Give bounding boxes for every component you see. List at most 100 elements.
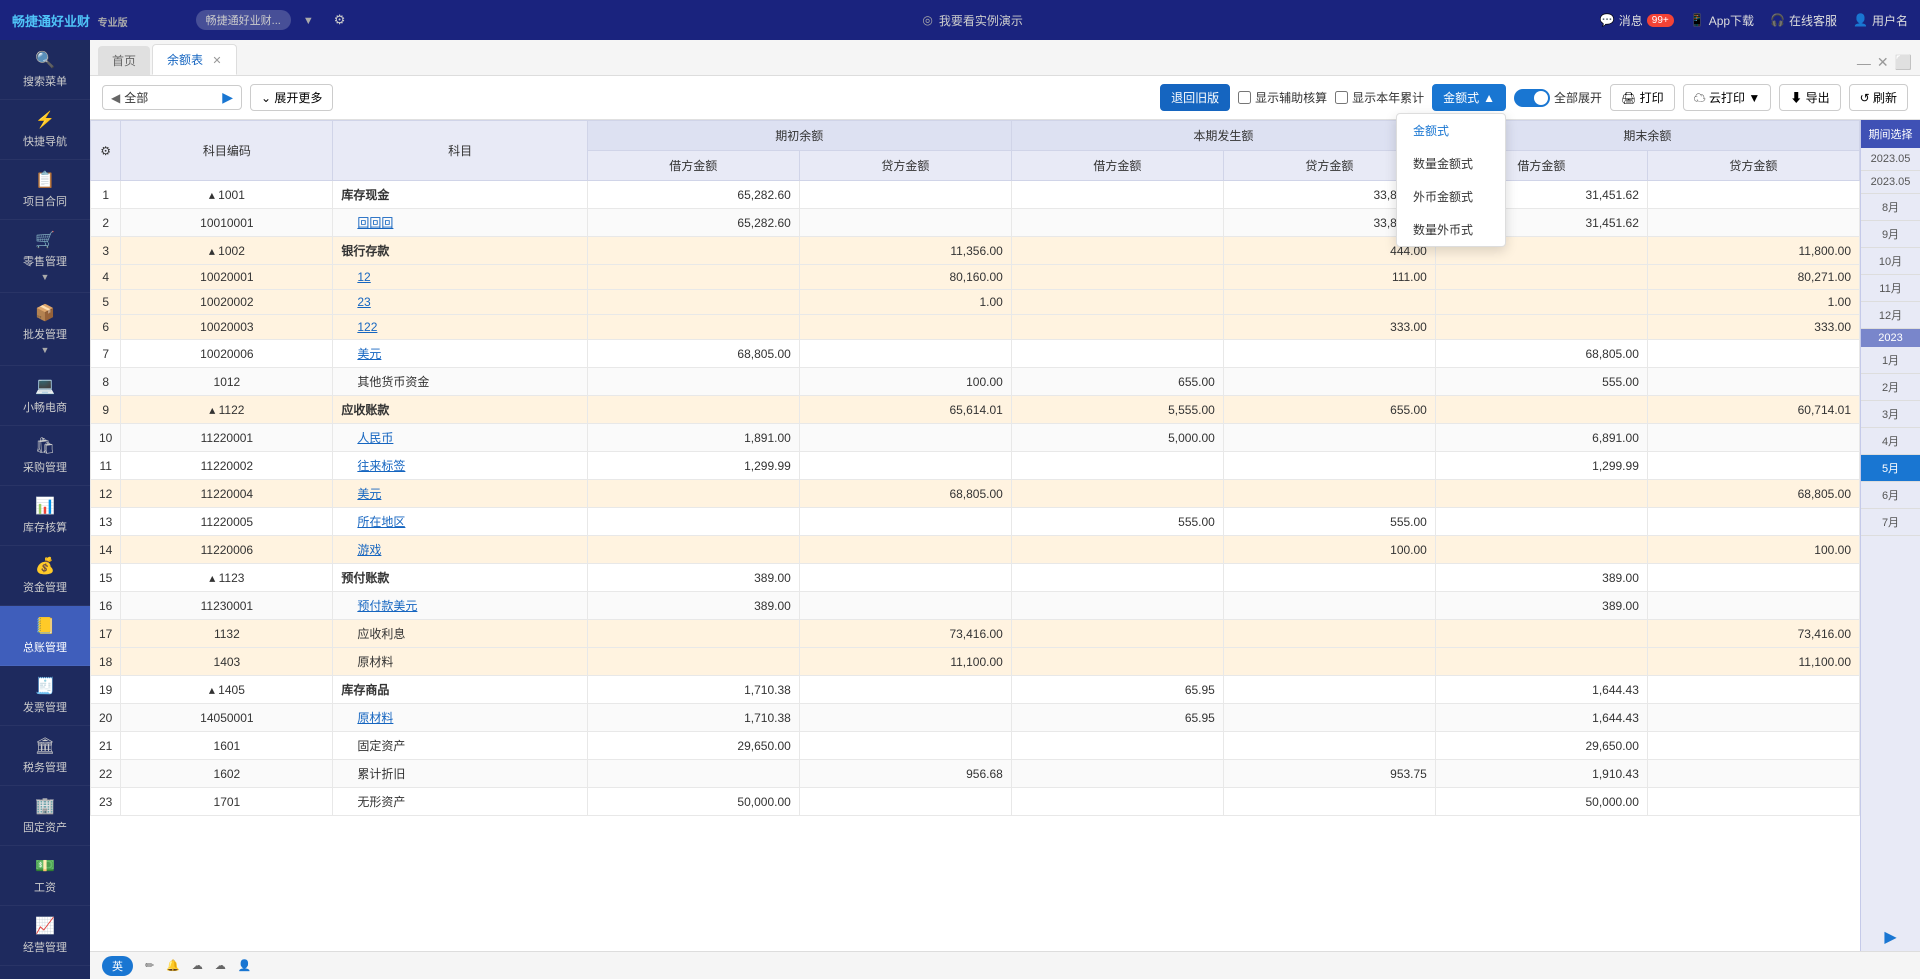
table-row[interactable]: 20 14050001 原材料 1,710.38 65.95 1,644.43 xyxy=(91,704,1860,732)
account-name-link[interactable]: 122 xyxy=(341,320,377,334)
amount-mode-btn[interactable]: 金额式 ▲ xyxy=(1432,84,1506,111)
period-item-feb[interactable]: 2月 xyxy=(1861,374,1920,401)
account-name-link[interactable]: 人民币 xyxy=(341,431,393,445)
sidebar-item-invoice[interactable]: 🧾 发票管理 xyxy=(0,666,90,726)
account-name-link[interactable]: 预付款美元 xyxy=(341,599,417,613)
show-subsidiary-check[interactable]: 显示辅助核算 xyxy=(1238,89,1327,106)
period-item-0[interactable]: 2023.05 xyxy=(1861,148,1920,171)
status-lang-btn[interactable]: 英 xyxy=(102,956,133,976)
tab-home[interactable]: 首页 xyxy=(98,46,150,75)
service-btn[interactable]: 🎧 在线客服 xyxy=(1770,12,1837,29)
name-cell[interactable]: 原材料 xyxy=(333,704,587,732)
name-cell[interactable]: 应收账款 xyxy=(333,396,587,424)
sidebar-item-assets[interactable]: 🏢 固定资产 xyxy=(0,786,90,846)
status-icon-cloud1[interactable]: ☁ xyxy=(192,959,203,972)
sidebar-item-wholesale[interactable]: 📦 批发管理 ▼ xyxy=(0,293,90,366)
table-row[interactable]: 19 ▴ 1405 库存商品 1,710.38 65.95 1,644.43 xyxy=(91,676,1860,704)
amount-mode-item-3[interactable]: 数量外币式 xyxy=(1397,213,1505,246)
period-item-jul[interactable]: 7月 xyxy=(1861,509,1920,536)
show-yearly-check[interactable]: 显示本年累计 xyxy=(1335,89,1424,106)
status-icon-cloud2[interactable]: ☁ xyxy=(215,959,226,972)
name-cell[interactable]: 游戏 xyxy=(333,536,587,564)
name-cell[interactable]: 往来标签 xyxy=(333,452,587,480)
refresh-btn[interactable]: ↺ 刷新 xyxy=(1849,84,1908,111)
sidebar-item-ledger[interactable]: 📒 总账管理 xyxy=(0,606,90,666)
period-item-aug[interactable]: 8月 xyxy=(1861,194,1920,221)
name-cell[interactable]: 无形资产 xyxy=(333,788,587,816)
sidebar-item-retail[interactable]: 🛒 零售管理 ▼ xyxy=(0,220,90,293)
period-item-nov[interactable]: 11月 xyxy=(1861,275,1920,302)
status-icon-edit[interactable]: ✏ xyxy=(145,959,154,972)
name-cell[interactable]: 人民币 xyxy=(333,424,587,452)
name-cell[interactable]: 美元 xyxy=(333,340,587,368)
account-name-link[interactable]: 美元 xyxy=(341,347,381,361)
name-cell[interactable]: 预付账款 xyxy=(333,564,587,592)
account-name-link[interactable]: 23 xyxy=(341,295,370,309)
window-max-icon[interactable]: ⬜ xyxy=(1895,54,1912,71)
name-cell[interactable]: 23 xyxy=(333,290,587,315)
cloud-print-btn[interactable]: ☁ 云打印 ▼ xyxy=(1683,84,1772,111)
sidebar-item-purchase[interactable]: 🛍 采购管理 xyxy=(0,426,90,486)
table-row[interactable]: 3 ▴ 1002 银行存款 11,356.00 444.00 11,800.00 xyxy=(91,237,1860,265)
account-name-link[interactable]: 所在地区 xyxy=(341,515,405,529)
sidebar-item-project[interactable]: 📋 项目合同 xyxy=(0,160,90,220)
status-icon-user[interactable]: 👤 xyxy=(238,959,252,972)
table-row[interactable]: 10 11220001 人民币 1,891.00 5,000.00 6,891.… xyxy=(91,424,1860,452)
table-row[interactable]: 18 1403 原材料 11,100.00 11,100.00 xyxy=(91,648,1860,676)
period-item-sep[interactable]: 9月 xyxy=(1861,221,1920,248)
sidebar-item-expense[interactable]: 💳 小畅报销 xyxy=(0,966,90,979)
tab-balance[interactable]: 余额表 ✕ xyxy=(152,44,237,75)
table-row[interactable]: 22 1602 累计折旧 956.68 953.75 1,910.43 xyxy=(91,760,1860,788)
name-cell[interactable]: 累计折旧 xyxy=(333,760,587,788)
table-row[interactable]: 1 ▴ 1001 库存现金 65,282.60 33,830.98 31,451… xyxy=(91,181,1860,209)
name-cell[interactable]: 原材料 xyxy=(333,648,587,676)
table-row[interactable]: 5 10020002 23 1.00 1.00 xyxy=(91,290,1860,315)
sidebar-item-search[interactable]: 🔍 搜索菜单 xyxy=(0,40,90,100)
name-cell[interactable]: 库存商品 xyxy=(333,676,587,704)
table-row[interactable]: 2 10010001 回回回 65,282.60 33,830.98 31,45… xyxy=(91,209,1860,237)
name-cell[interactable]: 回回回 xyxy=(333,209,587,237)
table-row[interactable]: 12 11220004 美元 68,805.00 68,805.00 xyxy=(91,480,1860,508)
message-btn[interactable]: 💬 消息 99+ xyxy=(1600,12,1674,29)
sidebar-item-salary[interactable]: 💵 工资 xyxy=(0,846,90,906)
export-btn[interactable]: ⬇ 导出 xyxy=(1779,84,1840,111)
table-row[interactable]: 15 ▴ 1123 预付账款 389.00 389.00 xyxy=(91,564,1860,592)
download-btn[interactable]: 📱 App下载 xyxy=(1690,12,1754,29)
period-item-mar[interactable]: 3月 xyxy=(1861,401,1920,428)
table-row[interactable]: 21 1601 固定资产 29,650.00 29,650.00 xyxy=(91,732,1860,760)
name-cell[interactable]: 固定资产 xyxy=(333,732,587,760)
expand-more-btn[interactable]: ⌄ 展开更多 xyxy=(250,84,333,111)
period-item-oct[interactable]: 10月 xyxy=(1861,248,1920,275)
name-cell[interactable]: 所在地区 xyxy=(333,508,587,536)
table-row[interactable]: 23 1701 无形资产 50,000.00 50,000.00 xyxy=(91,788,1860,816)
expand-all-switch[interactable] xyxy=(1514,89,1550,107)
table-row[interactable]: 9 ▴ 1122 应收账款 65,614.01 5,555.00 655.00 … xyxy=(91,396,1860,424)
table-row[interactable]: 13 11220005 所在地区 555.00 555.00 xyxy=(91,508,1860,536)
table-row[interactable]: 17 1132 应收利息 73,416.00 73,416.00 xyxy=(91,620,1860,648)
account-name-link[interactable]: 原材料 xyxy=(341,711,393,725)
account-name-link[interactable]: 回回回 xyxy=(341,216,393,230)
account-name-link[interactable]: 游戏 xyxy=(341,543,381,557)
account-name-link[interactable]: 往来标签 xyxy=(341,459,405,473)
account-name-link[interactable]: 12 xyxy=(341,270,370,284)
sidebar-item-tax[interactable]: 🏛 税务管理 xyxy=(0,726,90,786)
name-cell[interactable]: 库存现金 xyxy=(333,181,587,209)
print-btn[interactable]: 🖨 打印 xyxy=(1610,84,1675,111)
all-filter-arrow[interactable]: ▶ xyxy=(222,89,233,106)
name-cell[interactable]: 122 xyxy=(333,315,587,340)
name-cell[interactable]: 其他货币资金 xyxy=(333,368,587,396)
table-row[interactable]: 7 10020006 美元 68,805.00 68,805.00 xyxy=(91,340,1860,368)
user-avatar[interactable]: 👤 用户名 xyxy=(1853,12,1908,29)
table-row[interactable]: 16 11230001 预付款美元 389.00 389.00 xyxy=(91,592,1860,620)
period-item-apr[interactable]: 4月 xyxy=(1861,428,1920,455)
period-item-jan[interactable]: 1月 xyxy=(1861,347,1920,374)
name-cell[interactable]: 应收利息 xyxy=(333,620,587,648)
amount-mode-item-0[interactable]: 金额式 xyxy=(1397,114,1505,147)
name-cell[interactable]: 12 xyxy=(333,265,587,290)
window-close-icon[interactable]: ✕ xyxy=(1877,54,1889,71)
name-cell[interactable]: 银行存款 xyxy=(333,237,587,265)
period-collapse-btn[interactable]: ▶ xyxy=(1861,923,1920,951)
period-item-1[interactable]: 2023.05 xyxy=(1861,171,1920,194)
sidebar-item-inventory[interactable]: 📊 库存核算 xyxy=(0,486,90,546)
table-row[interactable]: 14 11220006 游戏 100.00 100.00 xyxy=(91,536,1860,564)
